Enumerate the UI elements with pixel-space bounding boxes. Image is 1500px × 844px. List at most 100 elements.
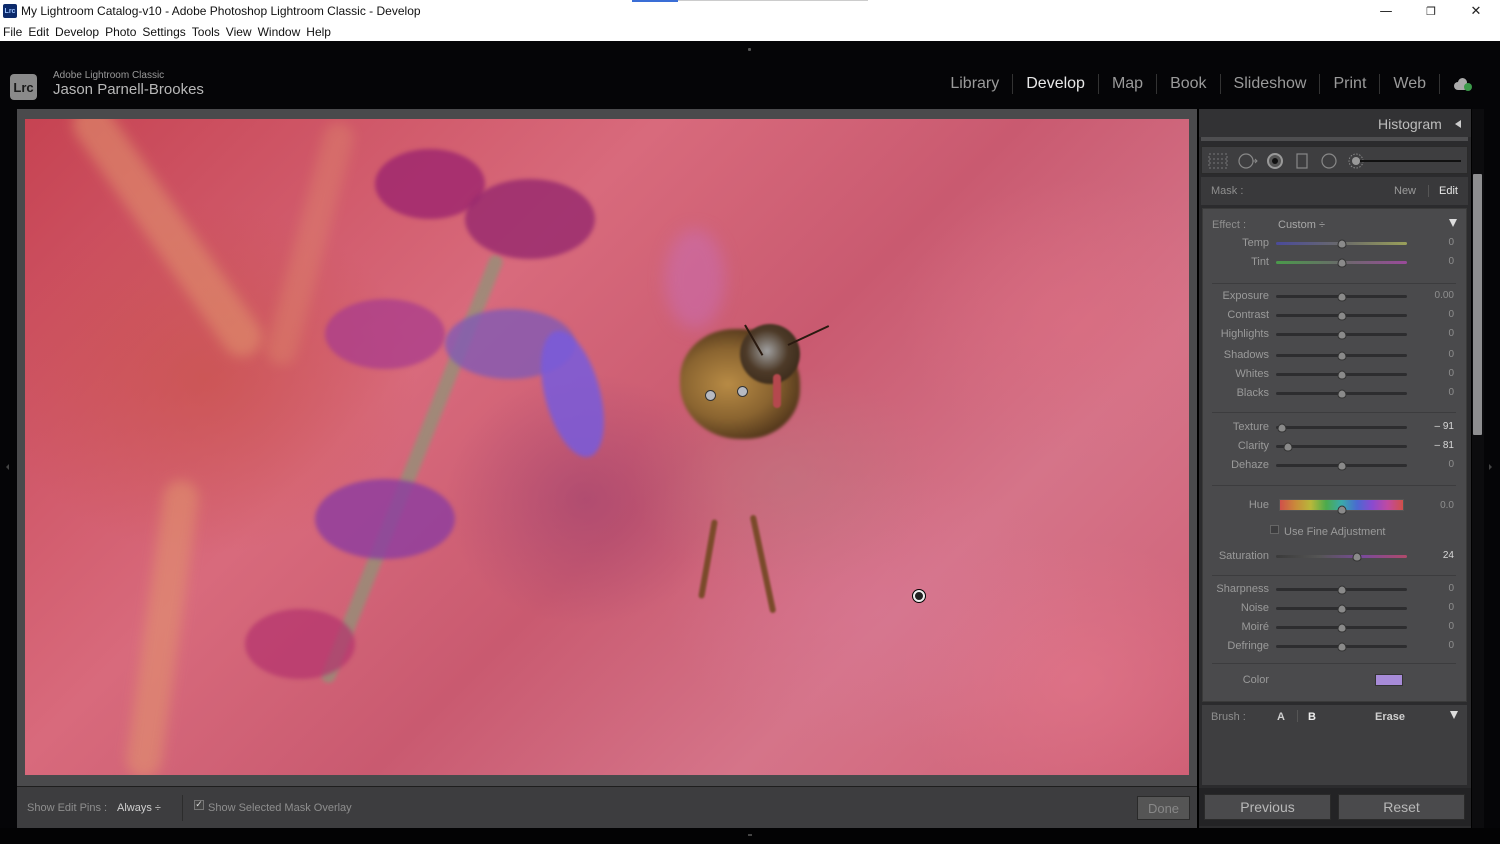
- module-print[interactable]: Print: [1320, 74, 1381, 94]
- effect-collapse-icon[interactable]: [1449, 219, 1457, 227]
- whites-slider[interactable]: [1276, 370, 1407, 379]
- previous-button[interactable]: Previous: [1204, 794, 1331, 820]
- defringe-value[interactable]: 0: [1448, 640, 1454, 651]
- done-button[interactable]: Done: [1137, 796, 1190, 820]
- blacks-value[interactable]: 0: [1448, 387, 1454, 398]
- color-swatch[interactable]: [1375, 674, 1403, 686]
- temp-value[interactable]: 0: [1448, 237, 1454, 248]
- texture-value[interactable]: – 91: [1435, 421, 1454, 432]
- texture-slider[interactable]: [1276, 423, 1407, 432]
- highlights-slider-thumb[interactable]: [1337, 330, 1346, 339]
- scrollbar-thumb[interactable]: [1473, 174, 1482, 435]
- menu-develop[interactable]: Develop: [55, 25, 99, 39]
- defringe-slider-thumb[interactable]: [1337, 642, 1346, 651]
- fine-adjustment-label[interactable]: Use Fine Adjustment: [1284, 526, 1386, 538]
- module-web[interactable]: Web: [1380, 74, 1440, 94]
- restore-button[interactable]: ❐: [1408, 0, 1454, 22]
- sharpness-value[interactable]: 0: [1448, 583, 1454, 594]
- reset-button[interactable]: Reset: [1338, 794, 1465, 820]
- edit-pin[interactable]: [705, 390, 716, 401]
- cloud-synced-icon[interactable]: [1452, 77, 1472, 91]
- menu-settings[interactable]: Settings: [142, 25, 185, 39]
- menu-file[interactable]: File: [3, 25, 22, 39]
- exposure-slider-thumb[interactable]: [1337, 292, 1346, 301]
- minimize-button[interactable]: —: [1363, 0, 1409, 22]
- contrast-slider[interactable]: [1276, 311, 1407, 320]
- hue-slider[interactable]: [1279, 499, 1404, 515]
- edit-pin-selected[interactable]: [913, 590, 925, 602]
- whites-value[interactable]: 0: [1448, 368, 1454, 379]
- moir-value[interactable]: 0: [1448, 621, 1454, 632]
- fine-adjustment-checkbox[interactable]: [1270, 525, 1279, 534]
- adjustment-brush-icon[interactable]: [1347, 153, 1465, 169]
- hue-slider-thumb[interactable]: [1337, 505, 1346, 515]
- tint-slider-thumb[interactable]: [1337, 258, 1346, 267]
- contrast-value[interactable]: 0: [1448, 309, 1454, 320]
- noise-slider[interactable]: [1276, 604, 1407, 613]
- histogram-title[interactable]: Histogram: [1378, 116, 1442, 132]
- red-eye-icon[interactable]: [1266, 153, 1284, 169]
- photo-preview[interactable]: [25, 119, 1189, 775]
- highlights-value[interactable]: 0: [1448, 328, 1454, 339]
- noise-value[interactable]: 0: [1448, 602, 1454, 613]
- menu-view[interactable]: View: [226, 25, 252, 39]
- histogram-collapse-icon[interactable]: [1455, 120, 1461, 128]
- close-button[interactable]: ✕: [1453, 0, 1499, 22]
- top-panel-toggle[interactable]: [748, 48, 751, 51]
- effect-preset-select[interactable]: Custom ÷: [1278, 219, 1325, 231]
- defringe-slider[interactable]: [1276, 642, 1407, 651]
- temp-slider-thumb[interactable]: [1337, 239, 1346, 248]
- moir-slider[interactable]: [1276, 623, 1407, 632]
- module-map[interactable]: Map: [1099, 74, 1158, 94]
- menu-tools[interactable]: Tools: [192, 25, 220, 39]
- temp-slider[interactable]: [1276, 239, 1407, 248]
- module-book[interactable]: Book: [1157, 74, 1221, 94]
- spot-removal-icon[interactable]: [1237, 153, 1259, 169]
- module-develop[interactable]: Develop: [1013, 74, 1099, 94]
- clarity-value[interactable]: – 81: [1435, 440, 1454, 451]
- show-edit-pins-select[interactable]: Always ÷: [117, 802, 161, 814]
- shadows-slider[interactable]: [1276, 351, 1407, 360]
- dehaze-slider[interactable]: [1276, 461, 1407, 470]
- left-panel-toggle-icon[interactable]: [6, 464, 9, 470]
- blacks-slider-thumb[interactable]: [1337, 389, 1346, 398]
- right-panel-toggle-icon[interactable]: [1489, 464, 1492, 470]
- exposure-slider[interactable]: [1276, 292, 1407, 301]
- shadows-value[interactable]: 0: [1448, 349, 1454, 360]
- show-mask-overlay-checkbox[interactable]: ✓: [194, 800, 204, 810]
- whites-slider-thumb[interactable]: [1337, 370, 1346, 379]
- menu-help[interactable]: Help: [306, 25, 331, 39]
- brush-a-button[interactable]: A: [1277, 711, 1285, 723]
- blacks-slider[interactable]: [1276, 389, 1407, 398]
- moir-slider-thumb[interactable]: [1337, 623, 1346, 632]
- crop-overlay-icon[interactable]: [1208, 153, 1228, 169]
- saturation-value[interactable]: 24: [1443, 550, 1454, 561]
- module-slideshow[interactable]: Slideshow: [1221, 74, 1321, 94]
- clarity-slider-thumb[interactable]: [1283, 442, 1293, 451]
- highlights-slider[interactable]: [1276, 330, 1407, 339]
- tint-slider[interactable]: [1276, 258, 1407, 267]
- mask-edit-button[interactable]: Edit: [1439, 185, 1458, 197]
- saturation-slider[interactable]: [1276, 552, 1407, 561]
- menu-photo[interactable]: Photo: [105, 25, 136, 39]
- noise-slider-thumb[interactable]: [1337, 604, 1346, 613]
- sharpness-slider-thumb[interactable]: [1337, 585, 1346, 594]
- graduated-filter-icon[interactable]: [1295, 153, 1309, 169]
- clarity-slider[interactable]: [1276, 442, 1407, 451]
- menu-window[interactable]: Window: [258, 25, 301, 39]
- filmstrip-toggle-icon[interactable]: [748, 834, 752, 836]
- dehaze-value[interactable]: 0: [1448, 459, 1454, 470]
- exposure-value[interactable]: 0.00: [1435, 290, 1454, 301]
- show-mask-overlay-label[interactable]: Show Selected Mask Overlay: [208, 802, 352, 814]
- tint-value[interactable]: 0: [1448, 256, 1454, 267]
- contrast-slider-thumb[interactable]: [1337, 311, 1346, 320]
- dehaze-slider-thumb[interactable]: [1337, 461, 1346, 470]
- brush-collapse-icon[interactable]: [1450, 711, 1458, 719]
- edit-pin[interactable]: [737, 386, 748, 397]
- radial-filter-icon[interactable]: [1320, 153, 1338, 169]
- menu-edit[interactable]: Edit: [28, 25, 49, 39]
- sharpness-slider[interactable]: [1276, 585, 1407, 594]
- texture-slider-thumb[interactable]: [1277, 423, 1287, 432]
- hue-value[interactable]: 0.0: [1440, 500, 1454, 511]
- brush-erase-button[interactable]: Erase: [1375, 711, 1405, 723]
